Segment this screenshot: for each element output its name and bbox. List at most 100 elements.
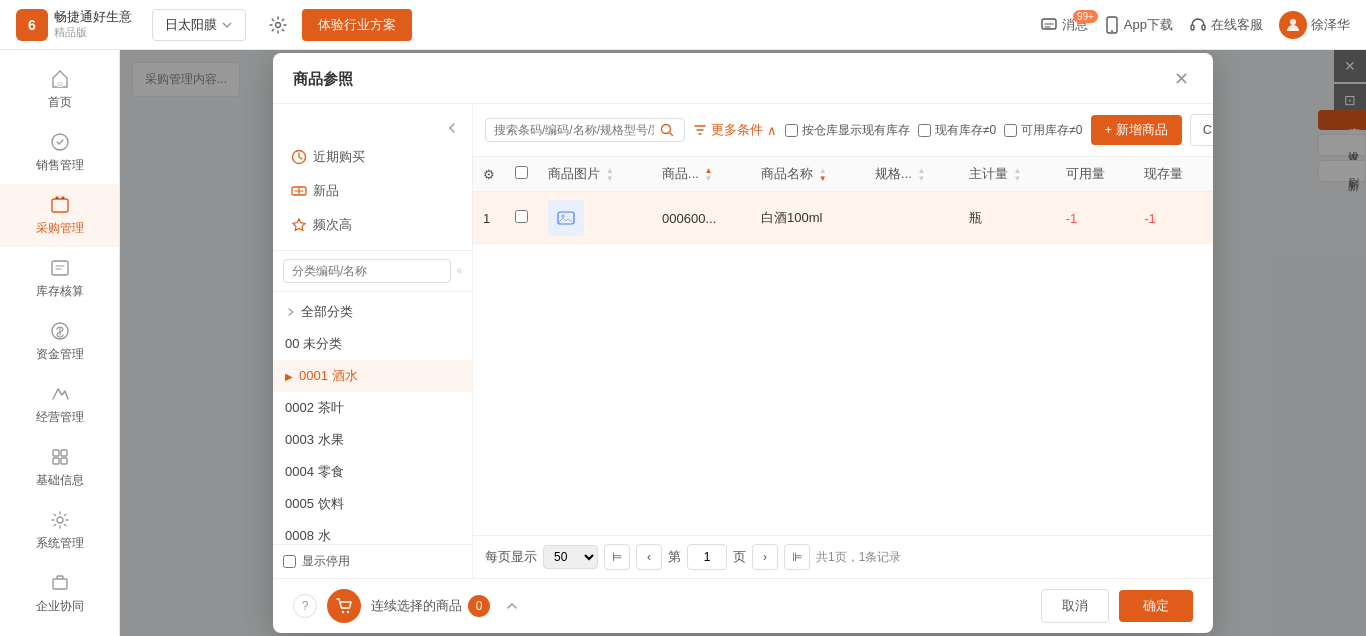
row-select-checkbox[interactable] [515,210,528,223]
quick-frequent[interactable]: 频次高 [283,210,462,240]
category-all[interactable]: 全部分类 [273,296,472,328]
sidebar-item-guide[interactable]: 新手引导 [0,625,119,636]
svg-rect-4 [1191,25,1194,30]
category-alcohol[interactable]: ▶0001 酒水 [273,360,472,392]
row-name: 白酒100ml [751,192,865,245]
checkbox-available-nonzero-input[interactable] [1004,124,1017,137]
footer-right: 取消 确定 [1041,589,1193,623]
category-tea[interactable]: 0002 茶叶 [273,392,472,424]
experience-button[interactable]: 体验行业方案 [302,9,412,41]
show-disabled-label: 显示停用 [302,553,350,570]
category-water[interactable]: 0008 水 [273,520,472,544]
gear-button[interactable] [262,9,294,41]
checkbox-available-nonzero[interactable]: 可用库存≠0 [1004,122,1082,139]
left-panel: 近期购买 新品 频次高 [273,104,473,578]
username: 徐泽华 [1311,16,1350,34]
col-available: 可用量 [1056,157,1135,192]
refresh-button[interactable]: C 刷新 [1190,114,1213,146]
svg-rect-9 [52,199,68,212]
table-row[interactable]: 1 [473,192,1213,245]
last-page-btn[interactable]: ⊫ [784,544,810,570]
svg-rect-10 [52,261,68,275]
checkbox-by-warehouse-input[interactable] [785,124,798,137]
nav-app-download[interactable]: App下载 [1104,16,1173,34]
sidebar-operation-label: 经营管理 [36,409,84,426]
help-button[interactable]: ? [293,594,317,618]
category-snack[interactable]: 0004 零食 [273,456,472,488]
collapse-left-btn[interactable] [442,118,462,138]
category-fruit[interactable]: 0003 水果 [273,424,472,456]
home-icon [49,68,71,90]
sidebar-item-inventory[interactable]: 库存核算 [0,247,119,310]
sort-code-icon: ▲▼ [705,167,713,183]
sidebar-purchase-label: 采购管理 [36,220,84,237]
sidebar-item-finance[interactable]: 资金管理 [0,310,119,373]
checkbox-by-warehouse[interactable]: 按仓库显示现有库存 [785,122,910,139]
select-all-checkbox[interactable] [515,166,528,179]
search-product-icon[interactable] [660,123,674,137]
confirm-button[interactable]: 确定 [1119,590,1193,622]
checkbox-stock-nonzero[interactable]: 现有库存≠0 [918,122,996,139]
sidebar-item-purchase[interactable]: 采购管理 [0,184,119,247]
search-icon[interactable] [457,264,462,278]
cancel-button[interactable]: 取消 [1041,589,1109,623]
modal-body: 近期购买 新品 频次高 [273,104,1213,578]
basic-icon [49,446,71,468]
per-page-select[interactable]: 50 10 20 100 [543,545,598,569]
sidebar-inventory-label: 库存核算 [36,283,84,300]
row-code: 000600... [652,192,751,245]
sidebar-home-label: 首页 [48,94,72,111]
logo-sub: 精品版 [54,25,132,40]
new-icon [291,183,307,199]
expand-icon [285,306,297,318]
filter-button[interactable]: 更多条件 ∧ [693,121,777,139]
category-drink[interactable]: 0005 饮料 [273,488,472,520]
next-page-btn[interactable]: › [752,544,778,570]
message-icon [1040,16,1058,34]
category-search-input[interactable] [283,259,451,283]
col-unit: 主计量 ▲▼ [959,157,1056,192]
modal-footer: ? 连续选择的商品 0 取消 确定 [273,578,1213,633]
quick-recent-purchase[interactable]: 近期购买 [283,142,462,172]
purchase-icon [49,194,71,216]
nav-message[interactable]: 消息 99+ [1040,16,1088,34]
product-search-input[interactable] [494,123,654,137]
show-disabled-checkbox[interactable]: 显示停用 [283,553,462,570]
sidebar-item-system[interactable]: 系统管理 [0,499,119,562]
sidebar-item-basic[interactable]: 基础信息 [0,436,119,499]
modal-close-button[interactable]: ✕ [1169,67,1193,91]
first-page-btn[interactable]: ⊨ [604,544,630,570]
row-stock: -1 [1134,192,1213,245]
svg-point-31 [342,611,344,613]
sidebar-system-label: 系统管理 [36,535,84,552]
quick-new[interactable]: 新品 [283,176,462,206]
product-search-wrap [485,118,685,142]
sort-image-icon: ▲▼ [606,167,614,183]
nav-selector[interactable]: 日太阳膜 [152,9,246,41]
show-disabled-input[interactable] [283,555,296,568]
svg-rect-5 [1202,25,1205,30]
svg-point-28 [662,125,671,134]
page-number-input[interactable] [687,544,727,570]
category-unclassified[interactable]: 00 未分类 [273,328,472,360]
prev-page-btn[interactable]: ‹ [636,544,662,570]
nav-online-service[interactable]: 在线客服 [1189,16,1263,34]
selected-count-badge: 0 [468,595,490,617]
nav-user[interactable]: 徐泽华 [1279,11,1350,39]
svg-rect-7 [57,82,63,87]
sidebar-item-enterprise[interactable]: 企业协同 [0,562,119,625]
add-product-button[interactable]: + 新增商品 [1091,115,1182,145]
row-checkbox[interactable] [505,192,538,245]
quick-frequent-label: 频次高 [313,216,352,234]
checkbox-stock-nonzero-input[interactable] [918,124,931,137]
sidebar-item-operation[interactable]: 经营管理 [0,373,119,436]
toolbar-right: + 新增商品 C 刷新 [1091,114,1213,146]
modal-header: 商品参照 ✕ [273,53,1213,104]
cart-button[interactable] [327,589,361,623]
sidebar-item-home[interactable]: 首页 [0,58,119,121]
filter-label: 更多条件 [711,121,763,139]
pagination-bar: 每页显示 50 10 20 100 ⊨ ‹ 第 页 [473,535,1213,578]
sidebar-item-sales[interactable]: 销售管理 [0,121,119,184]
sidebar-sales-label: 销售管理 [36,157,84,174]
collapse-footer-btn[interactable] [500,594,524,618]
